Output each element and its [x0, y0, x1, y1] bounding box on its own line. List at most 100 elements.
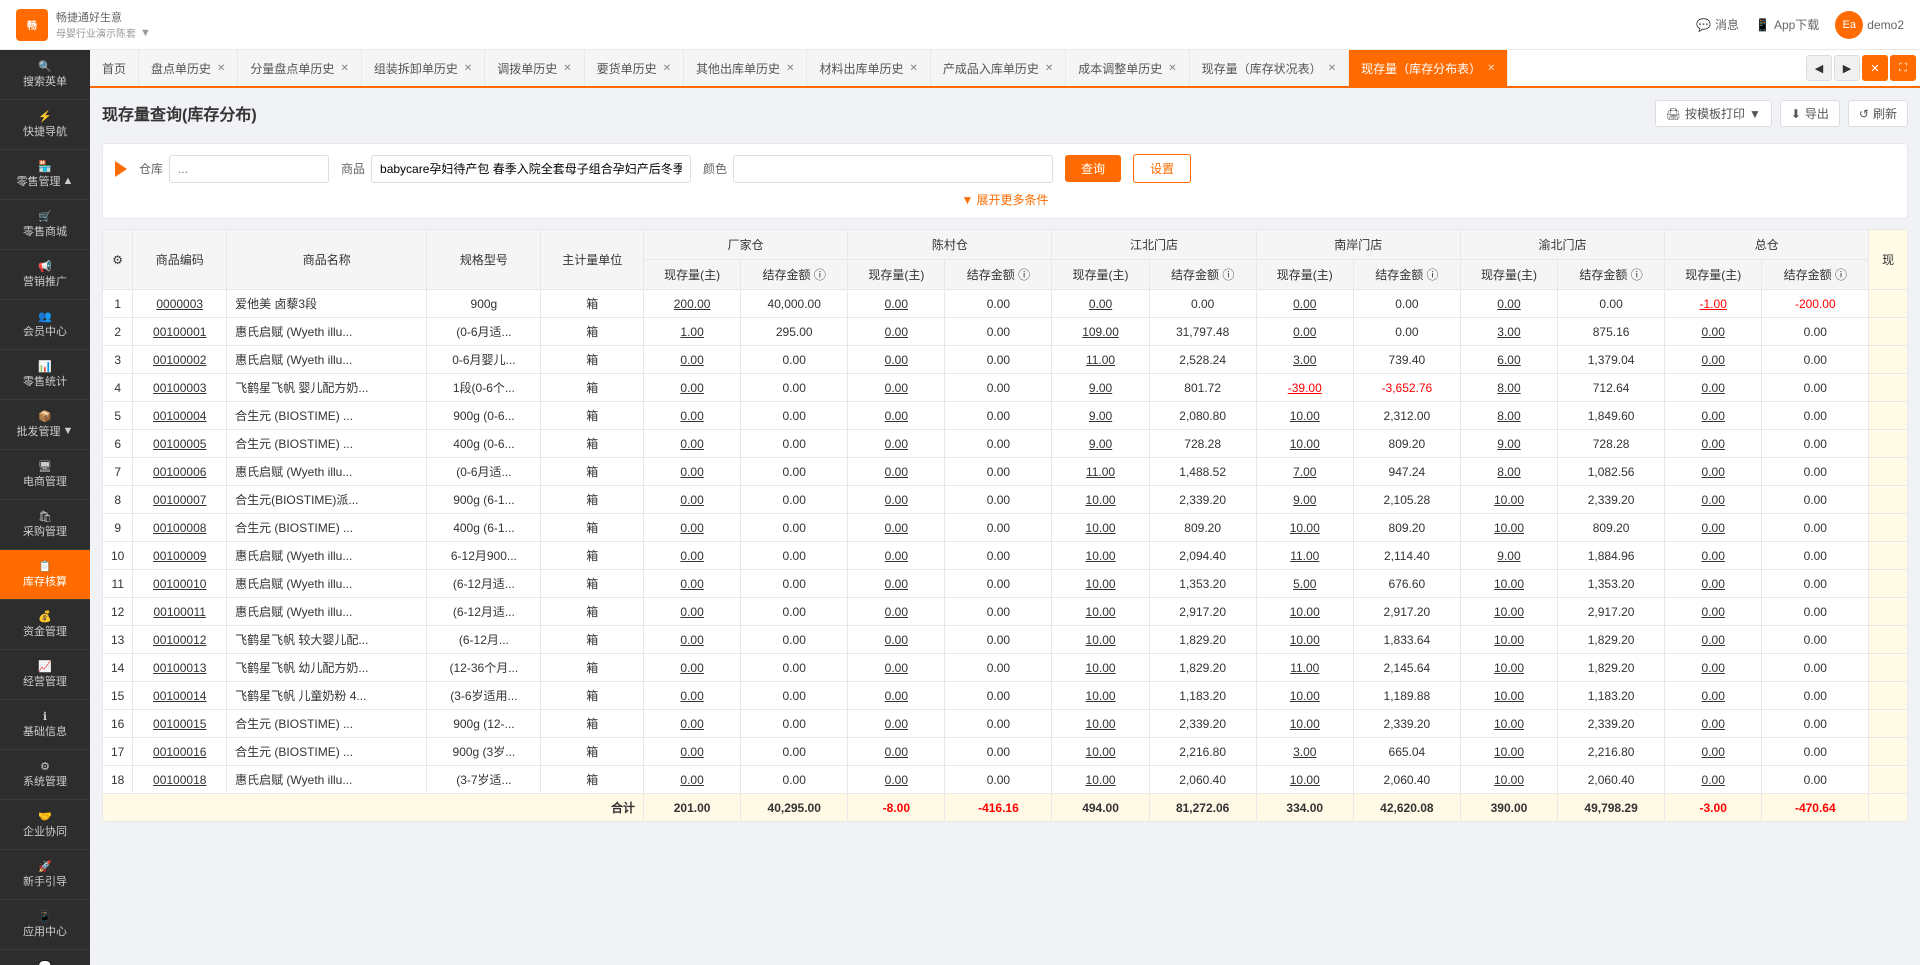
- row-g5q[interactable]: 10.00: [1460, 682, 1557, 710]
- row-g1q[interactable]: 0.00: [644, 486, 741, 514]
- tab-stockcheck2[interactable]: 分量盘点单历史 ✕: [238, 50, 361, 86]
- row-g2q[interactable]: 0.00: [848, 402, 945, 430]
- tab-inventory-dist[interactable]: 现存量（库存分布表） ✕: [1349, 50, 1508, 86]
- expand-triangle[interactable]: [115, 161, 127, 177]
- row-g3q[interactable]: 10.00: [1052, 626, 1149, 654]
- row-g4q[interactable]: 11.00: [1256, 542, 1353, 570]
- row-g1q[interactable]: 0.00: [644, 374, 741, 402]
- user-area[interactable]: Ea demo2: [1835, 11, 1904, 39]
- row-g1q[interactable]: 0.00: [644, 710, 741, 738]
- row-g1q[interactable]: 0.00: [644, 598, 741, 626]
- row-g3q[interactable]: 9.00: [1052, 430, 1149, 458]
- row-g5q[interactable]: 6.00: [1460, 346, 1557, 374]
- row-g2q[interactable]: 0.00: [848, 570, 945, 598]
- row-g4q[interactable]: 0.00: [1256, 318, 1353, 346]
- row-g1q[interactable]: 0.00: [644, 682, 741, 710]
- row-g3q[interactable]: 10.00: [1052, 514, 1149, 542]
- row-g1q[interactable]: 0.00: [644, 402, 741, 430]
- row-g3q[interactable]: 10.00: [1052, 738, 1149, 766]
- row-tq[interactable]: 0.00: [1665, 346, 1762, 374]
- tab-product[interactable]: 产成品入库单历史 ✕: [931, 50, 1066, 86]
- row-g4q[interactable]: 9.00: [1256, 486, 1353, 514]
- sidebar-item-system[interactable]: ⚙ 系统管理: [0, 750, 90, 800]
- row-g2q[interactable]: 0.00: [848, 738, 945, 766]
- row-g4q[interactable]: 10.00: [1256, 430, 1353, 458]
- logo-dropdown-icon[interactable]: ▼: [140, 27, 151, 39]
- row-g3q[interactable]: 0.00: [1052, 290, 1149, 318]
- print-btn[interactable]: 🖨 按模板打印 ▼: [1655, 100, 1772, 127]
- row-g2q[interactable]: 0.00: [848, 486, 945, 514]
- row-g2q[interactable]: 0.00: [848, 346, 945, 374]
- row-g5q[interactable]: 10.00: [1460, 766, 1557, 794]
- message-btn[interactable]: 💬 消息: [1696, 16, 1739, 33]
- row-g2q[interactable]: 0.00: [848, 374, 945, 402]
- row-g3q[interactable]: 11.00: [1052, 458, 1149, 486]
- row-g1q[interactable]: 0.00: [644, 766, 741, 794]
- row-tq[interactable]: 0.00: [1665, 430, 1762, 458]
- row-g4q[interactable]: 10.00: [1256, 514, 1353, 542]
- tab-costadjust[interactable]: 成本调整单历史 ✕: [1066, 50, 1189, 86]
- tab-close-icon[interactable]: ✕: [1328, 63, 1336, 74]
- row-code[interactable]: 00100007: [133, 486, 227, 514]
- tab-outbound[interactable]: 其他出库单历史 ✕: [684, 50, 807, 86]
- row-code[interactable]: 00100018: [133, 766, 227, 794]
- row-g5q[interactable]: 3.00: [1460, 318, 1557, 346]
- tab-close-icon[interactable]: ✕: [217, 63, 225, 74]
- row-g4q[interactable]: 11.00: [1256, 654, 1353, 682]
- row-g1q[interactable]: 0.00: [644, 738, 741, 766]
- row-g5q[interactable]: 10.00: [1460, 598, 1557, 626]
- row-g2q[interactable]: 0.00: [848, 710, 945, 738]
- row-g5q[interactable]: 8.00: [1460, 458, 1557, 486]
- row-g2q[interactable]: 0.00: [848, 626, 945, 654]
- row-g2q[interactable]: 0.00: [848, 318, 945, 346]
- row-tq[interactable]: 0.00: [1665, 710, 1762, 738]
- row-g2q[interactable]: 0.00: [848, 598, 945, 626]
- tab-maximize-btn[interactable]: ⛶: [1890, 55, 1916, 81]
- row-g5q[interactable]: 10.00: [1460, 626, 1557, 654]
- row-tq[interactable]: 0.00: [1665, 486, 1762, 514]
- row-g3q[interactable]: 10.00: [1052, 598, 1149, 626]
- row-g2q[interactable]: 0.00: [848, 682, 945, 710]
- row-tq[interactable]: 0.00: [1665, 542, 1762, 570]
- row-g5q[interactable]: 10.00: [1460, 514, 1557, 542]
- row-tq[interactable]: 0.00: [1665, 626, 1762, 654]
- row-g5q[interactable]: 9.00: [1460, 542, 1557, 570]
- tab-home[interactable]: 首页: [90, 50, 139, 86]
- tab-prev-btn[interactable]: ◀: [1806, 55, 1832, 81]
- row-tq[interactable]: 0.00: [1665, 374, 1762, 402]
- color-input[interactable]: [733, 155, 1053, 183]
- tab-order[interactable]: 要货单历史 ✕: [585, 50, 684, 86]
- tab-assembly[interactable]: 组装拆卸单历史 ✕: [362, 50, 485, 86]
- tab-close-icon[interactable]: ✕: [1045, 63, 1053, 74]
- tab-close-icon[interactable]: ✕: [1168, 63, 1176, 74]
- row-g4q[interactable]: 0.00: [1256, 290, 1353, 318]
- tab-close-icon[interactable]: ✕: [340, 63, 348, 74]
- sidebar-item-ecommerce[interactable]: 🖥 电商管理: [0, 450, 90, 500]
- row-g2q[interactable]: 0.00: [848, 654, 945, 682]
- row-g3q[interactable]: 10.00: [1052, 486, 1149, 514]
- row-tq[interactable]: 0.00: [1665, 738, 1762, 766]
- tab-close-icon[interactable]: ✕: [1487, 63, 1495, 74]
- row-g4q[interactable]: 5.00: [1256, 570, 1353, 598]
- row-g1q[interactable]: 0.00: [644, 430, 741, 458]
- sidebar-item-marketing[interactable]: 📢 营销推广: [0, 250, 90, 300]
- row-g4q[interactable]: 10.00: [1256, 682, 1353, 710]
- row-g3q[interactable]: 10.00: [1052, 710, 1149, 738]
- row-tq[interactable]: 0.00: [1665, 458, 1762, 486]
- export-btn[interactable]: ⬇ 导出: [1780, 100, 1840, 127]
- row-g5q[interactable]: 10.00: [1460, 570, 1557, 598]
- row-code[interactable]: 00100010: [133, 570, 227, 598]
- row-g1q[interactable]: 0.00: [644, 654, 741, 682]
- row-g5q[interactable]: 8.00: [1460, 402, 1557, 430]
- tab-next-btn[interactable]: ▶: [1834, 55, 1860, 81]
- row-code[interactable]: 00100006: [133, 458, 227, 486]
- row-g1q[interactable]: 0.00: [644, 542, 741, 570]
- row-g3q[interactable]: 109.00: [1052, 318, 1149, 346]
- tab-inventory-status[interactable]: 现存量（库存状况表） ✕: [1190, 50, 1349, 86]
- row-tq[interactable]: 0.00: [1665, 598, 1762, 626]
- tab-close-icon[interactable]: ✕: [786, 63, 794, 74]
- row-g2q[interactable]: 0.00: [848, 514, 945, 542]
- row-g4q[interactable]: -39.00: [1256, 374, 1353, 402]
- row-g1q[interactable]: 0.00: [644, 514, 741, 542]
- setting-btn[interactable]: 设置: [1133, 154, 1191, 183]
